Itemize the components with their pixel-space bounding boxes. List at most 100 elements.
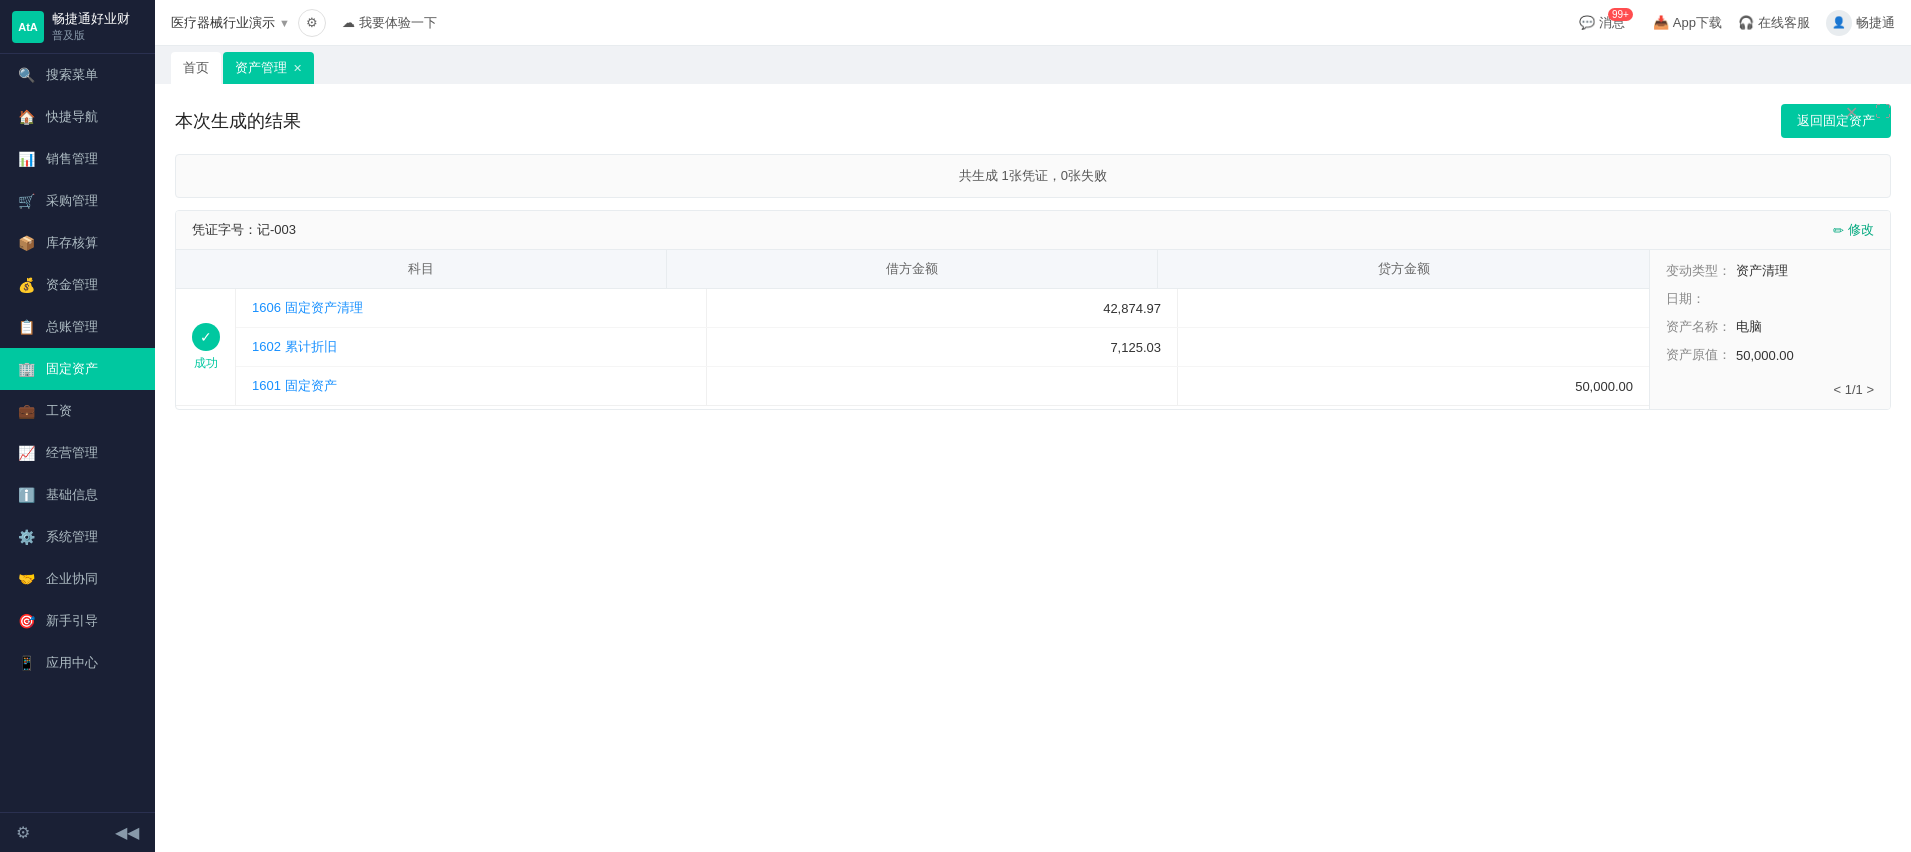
debit-cell-3 xyxy=(707,367,1178,405)
sidebar-item-fixed-assets[interactable]: 🏢 固定资产 xyxy=(0,348,155,390)
sidebar-item-system[interactable]: ⚙️ 系统管理 xyxy=(0,516,155,558)
success-circle-icon: ✓ xyxy=(192,323,220,351)
success-indicator: ✓ 成功 xyxy=(176,289,236,405)
debit-cell-1: 42,874.97 xyxy=(707,289,1178,327)
voucher-body: 科目 借方金额 贷方金额 ✓ 成功 xyxy=(176,250,1890,409)
expand-button[interactable]: ⛶ xyxy=(1871,100,1895,124)
asset-name-label: 资产名称： xyxy=(1666,318,1736,336)
sidebar-label-inventory: 库存核算 xyxy=(46,234,98,252)
sidebar-label-sales: 销售管理 xyxy=(46,150,98,168)
table-row: 1602 累计折旧 7,125.03 xyxy=(236,328,1649,367)
sidebar-label-basic-info: 基础信息 xyxy=(46,486,98,504)
detail-change-type: 变动类型： 资产清理 xyxy=(1666,262,1874,280)
close-button[interactable]: ✕ xyxy=(1839,100,1863,124)
chevron-down-icon: ▼ xyxy=(279,17,290,29)
summary-text: 共生成 1张凭证，0张失败 xyxy=(959,168,1107,183)
sidebar-item-basic-info[interactable]: ℹ️ 基础信息 xyxy=(0,474,155,516)
sidebar-item-inventory[interactable]: 📦 库存核算 xyxy=(0,222,155,264)
sidebar-logo: AtA 畅捷通好业财 普及版 xyxy=(0,0,155,54)
edit-label: 修改 xyxy=(1848,221,1874,239)
sidebar-label-management: 经营管理 xyxy=(46,444,98,462)
col-debit: 借方金额 xyxy=(667,250,1158,288)
message-badge: 99+ xyxy=(1608,8,1633,21)
basic-info-icon: ℹ️ xyxy=(16,485,36,505)
topbar: 医疗器械行业演示 ▼ ⚙ ☁ 我要体验一下 💬 消息 99+ 📥 App下载 🎧… xyxy=(155,0,1911,46)
subject-cell-1[interactable]: 1606 固定资产清理 xyxy=(236,289,707,327)
app-name: 畅捷通好业财 普及版 xyxy=(52,10,130,43)
voucher-section: 凭证字号：记-003 ✏ 修改 科目 借方金额 xyxy=(175,210,1891,410)
edit-icon: ✏ xyxy=(1833,223,1844,238)
messages-button[interactable]: 💬 消息 99+ xyxy=(1579,14,1625,32)
table-rows-wrapper: ✓ 成功 1606 固定资产清理 42,874.97 xyxy=(176,289,1649,406)
asset-value-value: 50,000.00 xyxy=(1736,348,1874,363)
edit-button[interactable]: ✏ 修改 xyxy=(1833,221,1874,239)
content-controls: ✕ ⛶ xyxy=(1839,100,1895,124)
collapse-icon[interactable]: ◀◀ xyxy=(115,823,139,842)
voucher-header: 凭证字号：记-003 ✏ 修改 xyxy=(176,211,1890,250)
voucher-code: 凭证字号：记-003 xyxy=(192,221,296,239)
guide-icon: 🎯 xyxy=(16,611,36,631)
sidebar-item-funds[interactable]: 💰 资金管理 xyxy=(0,264,155,306)
payroll-icon: 💼 xyxy=(16,401,36,421)
tab-asset-mgmt[interactable]: 资产管理 ✕ xyxy=(223,52,314,84)
page-header: 本次生成的结果 返回固定资产 xyxy=(175,104,1891,138)
subject-cell-2[interactable]: 1602 累计折旧 xyxy=(236,328,707,366)
subject-cell-3[interactable]: 1601 固定资产 xyxy=(236,367,707,405)
settings-bottom-icon[interactable]: ⚙ xyxy=(16,823,30,842)
home-icon: 🏠 xyxy=(16,107,36,127)
detail-asset-name: 资产名称： 电脑 xyxy=(1666,318,1874,336)
sidebar-bottom: ⚙ ◀◀ xyxy=(0,812,155,852)
topbar-right: 💬 消息 99+ 📥 App下载 🎧 在线客服 👤 畅捷通 xyxy=(1579,10,1895,36)
change-type-label: 变动类型： xyxy=(1666,262,1736,280)
sidebar-label-guide: 新手引导 xyxy=(46,612,98,630)
purchase-icon: 🛒 xyxy=(16,191,36,211)
user-profile-button[interactable]: 👤 畅捷通 xyxy=(1826,10,1895,36)
sidebar-item-search[interactable]: 🔍 搜索菜单 xyxy=(0,54,155,96)
topbar-settings-button[interactable]: ⚙ xyxy=(298,9,326,37)
download-icon: 📥 xyxy=(1653,15,1669,30)
sidebar-item-apps[interactable]: 📱 应用中心 xyxy=(0,642,155,684)
online-service-button[interactable]: 🎧 在线客服 xyxy=(1738,14,1810,32)
table-row: 1601 固定资产 50,000.00 xyxy=(236,367,1649,405)
sidebar-nav: 🔍 搜索菜单 🏠 快捷导航 📊 销售管理 🛒 采购管理 📦 库存核算 💰 资金管… xyxy=(0,54,155,812)
topbar-left: 医疗器械行业演示 ▼ ⚙ ☁ 我要体验一下 xyxy=(171,9,437,37)
try-label: 我要体验一下 xyxy=(359,14,437,32)
inventory-icon: 📦 xyxy=(16,233,36,253)
sidebar-label-quick-nav: 快捷导航 xyxy=(46,108,98,126)
credit-cell-2 xyxy=(1178,328,1649,366)
sidebar-item-guide[interactable]: 🎯 新手引导 xyxy=(0,600,155,642)
sidebar-item-quick-nav[interactable]: 🏠 快捷导航 xyxy=(0,96,155,138)
try-experience-button[interactable]: ☁ 我要体验一下 xyxy=(342,14,437,32)
management-icon: 📈 xyxy=(16,443,36,463)
tab-home-label: 首页 xyxy=(183,59,209,77)
funds-icon: 💰 xyxy=(16,275,36,295)
company-selector[interactable]: 医疗器械行业演示 ▼ xyxy=(171,14,290,32)
table-header: 科目 借方金额 贷方金额 xyxy=(176,250,1649,289)
cloud-icon: ☁ xyxy=(342,15,355,30)
sidebar-label-system: 系统管理 xyxy=(46,528,98,546)
col-subject: 科目 xyxy=(176,250,667,288)
tab-close-icon[interactable]: ✕ xyxy=(293,62,302,75)
main-container: 医疗器械行业演示 ▼ ⚙ ☁ 我要体验一下 💬 消息 99+ 📥 App下载 🎧… xyxy=(155,0,1911,852)
system-icon: ⚙️ xyxy=(16,527,36,547)
sidebar-label-payroll: 工资 xyxy=(46,402,72,420)
sidebar-item-sales[interactable]: 📊 销售管理 xyxy=(0,138,155,180)
pagination-info[interactable]: < 1/1 > xyxy=(1834,382,1874,397)
sidebar-item-purchase[interactable]: 🛒 采购管理 xyxy=(0,180,155,222)
app-download-label: App下载 xyxy=(1673,14,1722,32)
table-row: 1606 固定资产清理 42,874.97 xyxy=(236,289,1649,328)
sidebar-item-enterprise[interactable]: 🤝 企业协同 xyxy=(0,558,155,600)
sidebar-label-funds: 资金管理 xyxy=(46,276,98,294)
enterprise-icon: 🤝 xyxy=(16,569,36,589)
sidebar-item-management[interactable]: 📈 经营管理 xyxy=(0,432,155,474)
ledger-icon: 📋 xyxy=(16,317,36,337)
credit-cell-3: 50,000.00 xyxy=(1178,367,1649,405)
asset-name-value: 电脑 xyxy=(1736,318,1874,336)
tab-home[interactable]: 首页 xyxy=(171,52,221,84)
sidebar-item-payroll[interactable]: 💼 工资 xyxy=(0,390,155,432)
app-download-button[interactable]: 📥 App下载 xyxy=(1653,14,1722,32)
debit-cell-2: 7,125.03 xyxy=(707,328,1178,366)
online-service-label: 在线客服 xyxy=(1758,14,1810,32)
content-area: 本次生成的结果 返回固定资产 共生成 1张凭证，0张失败 凭证字号：记-003 … xyxy=(155,84,1911,852)
sidebar-item-ledger[interactable]: 📋 总账管理 xyxy=(0,306,155,348)
